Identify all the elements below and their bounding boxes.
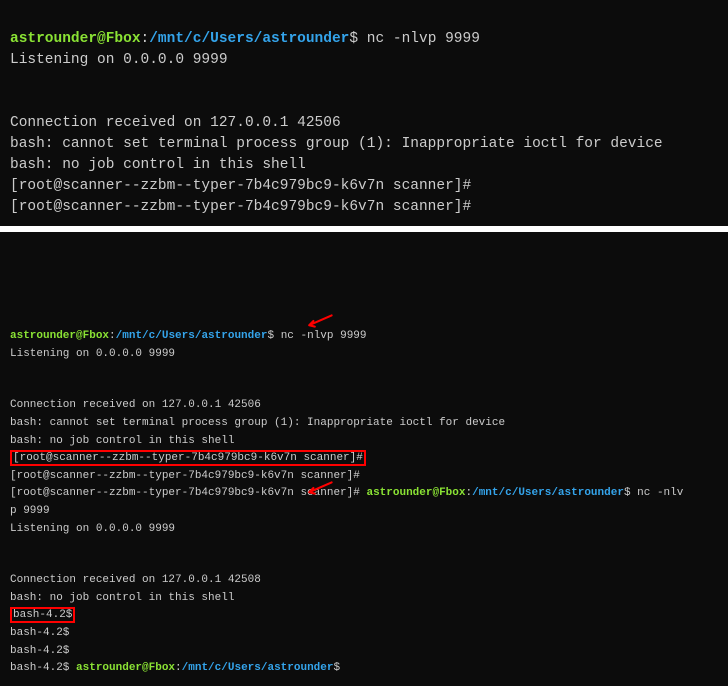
root-prompt: [root@scanner--zzbm--typer-7b4c979bc9-k6…: [10, 199, 471, 215]
prompt-user: astrounder@Fbox: [76, 662, 175, 674]
prompt-dollar: $: [333, 662, 340, 674]
output-bash-error: bash: cannot set terminal process group …: [10, 417, 505, 429]
output-bash-error: bash: cannot set terminal process group …: [10, 136, 663, 152]
annotation-arrow-icon: [305, 461, 333, 479]
blank-line: [10, 71, 718, 113]
output-bash-error: bash: no job control in this shell: [10, 592, 234, 604]
annotation-arrow-icon: [305, 294, 333, 312]
highlighted-bash-prompt: bash-4.2$: [10, 607, 75, 623]
prompt-path: /mnt/c/Users/astrounder: [182, 662, 334, 674]
output-listening: Listening on 0.0.0.0 9999: [10, 52, 228, 68]
output-listening: Listening on 0.0.0.0 9999: [10, 523, 175, 535]
output-bash-error: bash: no job control in this shell: [10, 435, 234, 447]
blank-line: [10, 538, 718, 555]
command: nc -nlvp 9999: [281, 330, 367, 342]
output-bash-error: bash: no job control in this shell: [10, 157, 306, 173]
output-connection: Connection received on 127.0.0.1 42508: [10, 574, 261, 586]
command: nc -nlvp 9999: [367, 31, 480, 47]
command: nc -nlv: [637, 487, 683, 499]
prompt-sep: :: [109, 330, 116, 342]
prompt-path: /mnt/c/Users/astrounder: [116, 330, 268, 342]
bash-prompt: bash-4.2$: [10, 627, 69, 639]
output-connection: Connection received on 127.0.0.1 42506: [10, 115, 341, 131]
command-wrap: p 9999: [10, 505, 50, 517]
terminal-bottom[interactable]: astrounder@Fbox:/mnt/c/Users/astrounder$…: [0, 232, 728, 686]
terminal-top[interactable]: astrounder@Fbox:/mnt/c/Users/astrounder$…: [0, 0, 728, 226]
prompt-path: /mnt/c/Users/astrounder: [472, 487, 624, 499]
prompt-user: astrounder@Fbox: [366, 487, 465, 499]
prompt-dollar: $: [349, 31, 358, 47]
root-prompt: [root@scanner--zzbm--typer-7b4c979bc9-k6…: [10, 178, 471, 194]
prompt-dollar: $: [624, 487, 631, 499]
prompt-user: astrounder@Fbox: [10, 31, 141, 47]
prompt-user: astrounder@Fbox: [10, 330, 109, 342]
prompt-path: /mnt/c/Users/astrounder: [149, 31, 349, 47]
prompt-sep: :: [175, 662, 182, 674]
bash-prompt: bash-4.2$: [13, 609, 72, 621]
prompt-sep: :: [141, 31, 150, 47]
output-connection: Connection received on 127.0.0.1 42506: [10, 399, 261, 411]
output-listening: Listening on 0.0.0.0 9999: [10, 348, 175, 360]
bash-prompt: bash-4.2$: [10, 645, 69, 657]
prompt-dollar: $: [267, 330, 274, 342]
bash-prompt: bash-4.2$: [10, 662, 76, 674]
blank-line: [10, 363, 718, 380]
